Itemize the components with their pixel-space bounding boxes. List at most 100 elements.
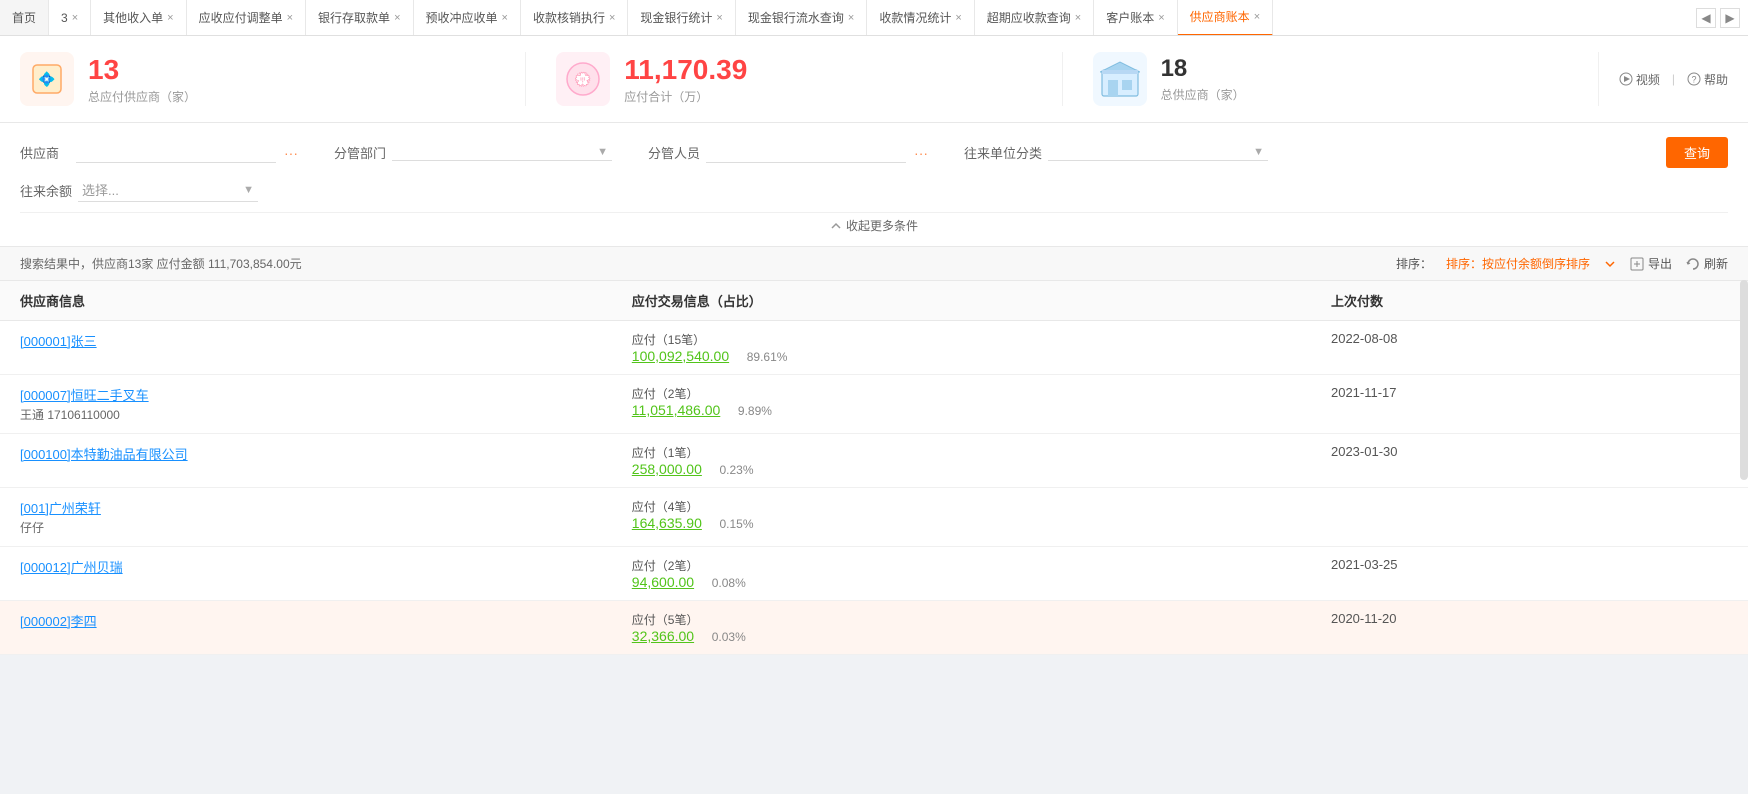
last-pay-cell-2: 2023-01-30	[1311, 434, 1748, 488]
table-row: [000012]广州贝瑞 应付（2笔） 94,600.00 0.08% 2021…	[0, 547, 1748, 601]
close-icon-advance-recv[interactable]: ×	[502, 12, 508, 24]
balance-select[interactable]: 选择... ▼	[78, 178, 258, 202]
supplier-link-4[interactable]: [000012]广州贝瑞	[20, 560, 123, 575]
tx-percent-4: 0.08%	[712, 576, 746, 590]
supplier-link-0[interactable]: [000001]张三	[20, 334, 97, 349]
close-icon-tab3[interactable]: ×	[72, 12, 78, 24]
nav-item-overdue-recv[interactable]: 超期应收款查询 ×	[975, 0, 1094, 36]
table-body: [000001]张三 应付（15笔） 100,092,540.00 89.61%…	[0, 321, 1748, 655]
help-link[interactable]: 帮助	[1704, 71, 1728, 88]
filter-dept: 分管部门 ▼	[334, 143, 612, 162]
stat-card-total-suppliers: 18 总供应商（家）	[1063, 52, 1599, 106]
close-icon-cash-flow[interactable]: ×	[848, 12, 854, 24]
close-icon-overdue-recv[interactable]: ×	[1075, 12, 1081, 24]
nav-item-adjust[interactable]: 应收应付调整单 ×	[187, 0, 306, 36]
nav-item-advance-recv[interactable]: 预收冲应收单 ×	[414, 0, 521, 36]
unit-category-select[interactable]: ▼	[1048, 144, 1268, 161]
supplier-dots-icon[interactable]: ···	[284, 145, 298, 161]
payable-suppliers-label: 总应付供应商（家）	[88, 88, 196, 105]
nav-item-supplier-ledger[interactable]: 供应商账本 ×	[1178, 0, 1273, 36]
last-pay-value-5: 2020-11-20	[1331, 611, 1397, 626]
table-row: [000001]张三 应付（15笔） 100,092,540.00 89.61%…	[0, 321, 1748, 375]
stat-icon-total: 💮	[556, 52, 610, 106]
collapse-button[interactable]: 收起更多条件	[20, 212, 1728, 238]
tx-percent-3: 0.15%	[720, 517, 754, 531]
nav-right-arrow[interactable]: ▶	[1720, 8, 1740, 28]
export-button[interactable]: 导出	[1630, 255, 1672, 272]
supplier-input[interactable]	[76, 143, 276, 163]
table-container: 供应商信息 应付交易信息（占比） 上次付数 [000001]张三 应付（15笔）…	[0, 281, 1748, 655]
sort-value[interactable]: 排序：按应付余额倒序排序	[1446, 255, 1590, 272]
close-icon-supplier-ledger[interactable]: ×	[1254, 11, 1260, 23]
nav-item-collect-exec[interactable]: 收款核销执行 ×	[521, 0, 628, 36]
search-button[interactable]: 查询	[1666, 137, 1728, 168]
tx-percent-5: 0.03%	[712, 630, 746, 644]
collapse-label: 收起更多条件	[846, 217, 918, 234]
table-row: [000007]恒旺二手叉车王通 17106110000 应付（2笔） 11,0…	[0, 375, 1748, 434]
nav-label-tab3: 3	[61, 11, 68, 25]
last-pay-value-1: 2021-11-17	[1331, 385, 1397, 400]
tx-label-3: 应付（4笔）	[632, 498, 1291, 515]
data-table: 供应商信息 应付交易信息（占比） 上次付数 [000001]张三 应付（15笔）…	[0, 281, 1748, 655]
close-icon-customer-ledger[interactable]: ×	[1158, 12, 1164, 24]
stat-info-total: 11,170.39 应付合计（万）	[624, 53, 747, 106]
supplier-link-1[interactable]: [000007]恒旺二手叉车	[20, 388, 149, 403]
tx-amount-4[interactable]: 94,600.00	[632, 574, 694, 590]
nav-item-collect-stat[interactable]: 收款情况统计 ×	[867, 0, 974, 36]
filter-row-1: 供应商 ··· 分管部门 ▼ 分管人员 ··· 往来单位分类 ▼ 查询	[20, 137, 1728, 168]
nav-item-other-income[interactable]: 其他收入单 ×	[91, 0, 186, 36]
nav-left-arrow[interactable]: ◀	[1696, 8, 1716, 28]
person-dots-icon[interactable]: ···	[914, 145, 928, 161]
person-input[interactable]	[706, 143, 906, 163]
scrollbar[interactable]	[1740, 280, 1748, 480]
close-icon-collect-stat[interactable]: ×	[955, 12, 961, 24]
nav-item-cash-stat[interactable]: 现金银行统计 ×	[628, 0, 735, 36]
tx-cell-3: 应付（4笔） 164,635.90 0.15%	[612, 488, 1311, 547]
sort-dropdown-icon[interactable]	[1604, 258, 1616, 270]
tx-label-0: 应付（15笔）	[632, 331, 1291, 348]
nav-label-cash-stat: 现金银行统计	[640, 9, 712, 26]
supplier-link-5[interactable]: [000002]李四	[20, 614, 97, 629]
balance-dropdown-icon: ▼	[243, 184, 254, 196]
tx-amount-2[interactable]: 258,000.00	[632, 461, 702, 477]
supplier-cell-2: [000100]本特勤油品有限公司	[0, 434, 612, 488]
nav-item-bank[interactable]: 银行存取款单 ×	[306, 0, 413, 36]
stat-bar: 💠 13 总应付供应商（家） 💮 11,170.39 应付合计（万）	[0, 36, 1748, 123]
nav-label-customer-ledger: 客户账本	[1106, 9, 1154, 26]
nav-label-cash-flow: 现金银行流水查询	[748, 9, 844, 26]
nav-item-customer-ledger[interactable]: 客户账本 ×	[1094, 0, 1177, 36]
close-icon-other-income[interactable]: ×	[167, 12, 173, 24]
tx-amount-5[interactable]: 32,366.00	[632, 628, 694, 644]
supplier-link-3[interactable]: [001]广州荣轩	[20, 501, 101, 516]
last-pay-cell-3	[1311, 488, 1748, 547]
stat-icon-payable: 💠	[20, 52, 74, 106]
tx-amount-3[interactable]: 164,635.90	[632, 515, 702, 531]
filter-unit-category: 往来单位分类 ▼	[964, 143, 1268, 162]
table-row: [000002]李四 应付（5笔） 32,366.00 0.03% 2020-1…	[0, 601, 1748, 655]
nav-item-home[interactable]: 首页	[0, 0, 49, 36]
dept-label: 分管部门	[334, 143, 386, 162]
video-link[interactable]: 视频	[1636, 71, 1660, 88]
dept-select[interactable]: ▼	[392, 144, 612, 161]
close-icon-collect-exec[interactable]: ×	[609, 12, 615, 24]
nav-label-adjust: 应收应付调整单	[199, 9, 283, 26]
refresh-button[interactable]: 刷新	[1686, 255, 1728, 272]
close-icon-adjust[interactable]: ×	[287, 12, 293, 24]
close-icon-bank[interactable]: ×	[394, 12, 400, 24]
stat-bar-right: 视频 | ? 帮助	[1599, 71, 1728, 88]
tx-cell-1: 应付（2笔） 11,051,486.00 9.89%	[612, 375, 1311, 434]
supplier-cell-0: [000001]张三	[0, 321, 612, 375]
result-actions: 排序： 排序：按应付余额倒序排序 导出 刷新	[1396, 255, 1728, 272]
tx-amount-0[interactable]: 100,092,540.00	[632, 348, 729, 364]
tx-amount-1[interactable]: 11,051,486.00	[632, 402, 721, 418]
close-icon-cash-stat[interactable]: ×	[716, 12, 722, 24]
supplier-cell-5: [000002]李四	[0, 601, 612, 655]
nav-label-collect-stat: 收款情况统计	[879, 9, 951, 26]
nav-item-cash-flow[interactable]: 现金银行流水查询 ×	[736, 0, 867, 36]
tx-label-4: 应付（2笔）	[632, 557, 1291, 574]
sort-label: 排序：	[1396, 255, 1432, 272]
last-pay-value-2: 2023-01-30	[1331, 444, 1398, 459]
nav-item-tab3[interactable]: 3 ×	[49, 0, 91, 36]
supplier-link-2[interactable]: [000100]本特勤油品有限公司	[20, 447, 188, 462]
supplier-sub-3: 仔仔	[20, 519, 592, 536]
